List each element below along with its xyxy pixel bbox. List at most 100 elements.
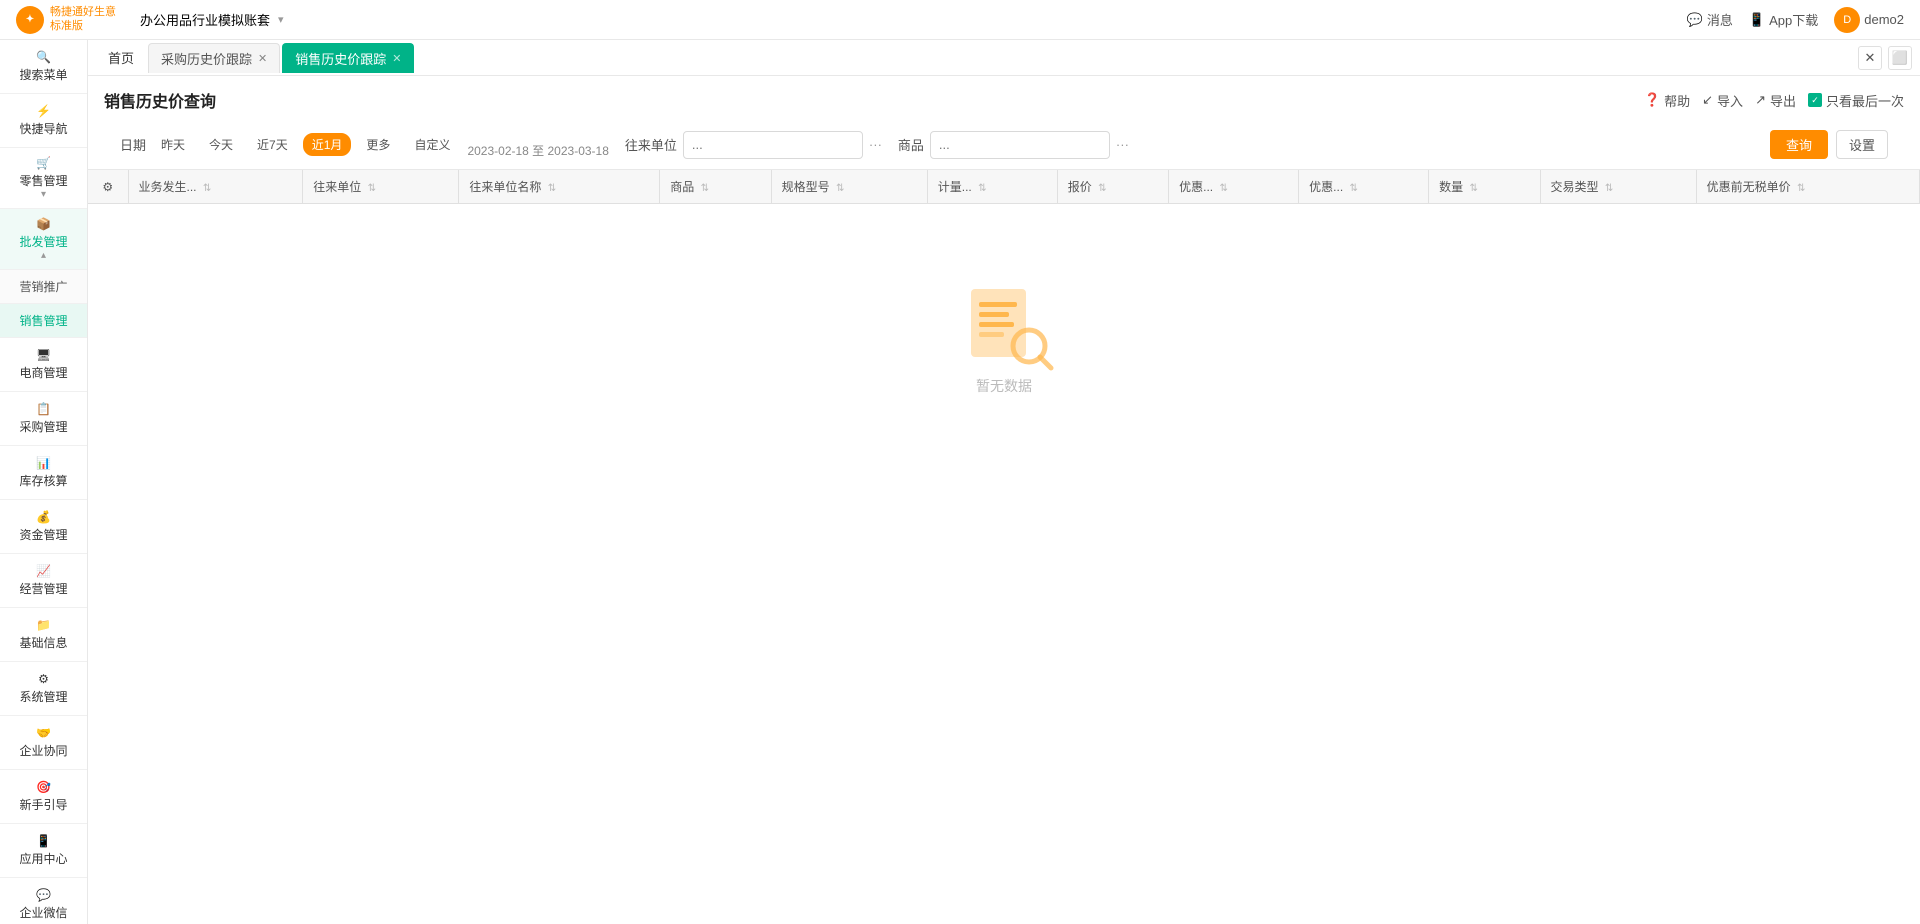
partner-search-icon[interactable]: ··· bbox=[869, 137, 882, 152]
date-btn-more[interactable]: 更多 bbox=[357, 133, 399, 156]
finance-icon: 💰 bbox=[4, 510, 83, 524]
sort-goods-icon: ⇅ bbox=[701, 183, 709, 194]
user-avatar: D bbox=[1834, 7, 1860, 33]
help-btn[interactable]: ❓ 帮助 bbox=[1644, 91, 1690, 110]
date-label: 日期 bbox=[120, 135, 146, 154]
th-price[interactable]: 报价 ⇅ bbox=[1057, 170, 1168, 204]
th-discount2[interactable]: 优惠... ⇅ bbox=[1299, 170, 1429, 204]
tabs-bar-controls: ✕ ⬜ bbox=[1858, 46, 1912, 70]
app-title-dropdown-icon[interactable]: ▾ bbox=[278, 13, 284, 26]
goods-input[interactable] bbox=[930, 131, 1110, 159]
sidebar-item-operations[interactable]: 📈 经营管理 bbox=[0, 554, 87, 608]
date-btn-1month[interactable]: 近1月 bbox=[303, 133, 352, 156]
sidebar-item-label: 采购管理 bbox=[4, 418, 83, 435]
import-btn[interactable]: ↙ 导入 bbox=[1702, 91, 1743, 110]
sidebar-item-sales-mgmt[interactable]: 销售管理 bbox=[0, 304, 87, 338]
sort-discount1-icon: ⇅ bbox=[1220, 183, 1228, 194]
sidebar-item-search-menu[interactable]: 🔍 搜索菜单 bbox=[0, 40, 87, 94]
username-label: demo2 bbox=[1864, 12, 1904, 27]
tab-purchase-history-label: 采购历史价跟踪 bbox=[161, 49, 252, 68]
sidebar-item-label: 经营管理 bbox=[4, 580, 83, 597]
message-icon: 💬 bbox=[1687, 12, 1703, 28]
sidebar-item-inventory[interactable]: 📊 库存核算 bbox=[0, 446, 87, 500]
ecommerce-icon: 🖥 bbox=[4, 348, 83, 362]
tab-sales-history[interactable]: 销售历史价跟踪 ✕ bbox=[282, 43, 414, 73]
help-label: 帮助 bbox=[1664, 91, 1690, 110]
th-partner-name[interactable]: 往来单位名称 ⇅ bbox=[459, 170, 660, 204]
date-btn-yesterday[interactable]: 昨天 bbox=[152, 133, 194, 156]
date-btn-7days[interactable]: 近7天 bbox=[248, 133, 297, 156]
export-label: 导出 bbox=[1770, 91, 1796, 110]
sidebar-item-newbie[interactable]: 🎯 新手引导 bbox=[0, 770, 87, 824]
sidebar-item-wholesale-mgmt[interactable]: 📦 批发管理 ▴ bbox=[0, 209, 87, 270]
operations-icon: 📈 bbox=[4, 564, 83, 578]
purchase-icon: 📋 bbox=[4, 402, 83, 416]
tab-sales-history-close[interactable]: ✕ bbox=[392, 52, 401, 65]
message-btn[interactable]: 💬 消息 bbox=[1687, 10, 1733, 29]
top-bar-left: ✦ 畅捷通好生意 标准版 办公用品行业模拟账套 ▾ bbox=[16, 6, 284, 34]
table-area: ⚙ 业务发生... ⇅ 往来单位 ⇅ 往来单位名称 ⇅ bbox=[88, 170, 1920, 924]
system-icon: ⚙ bbox=[4, 672, 83, 686]
newbie-icon: 🎯 bbox=[4, 780, 83, 794]
th-spec-label: 规格型号 bbox=[782, 180, 830, 194]
th-unit[interactable]: 计量... ⇅ bbox=[927, 170, 1057, 204]
tab-home-label: 首页 bbox=[108, 48, 134, 67]
sidebar-item-label: 系统管理 bbox=[4, 688, 83, 705]
download-icon: 📱 bbox=[1749, 12, 1765, 28]
gear-icon[interactable]: ⚙ bbox=[102, 180, 113, 194]
sidebar-item-app-center[interactable]: 📱 应用中心 bbox=[0, 824, 87, 878]
date-btn-custom[interactable]: 自定义 bbox=[405, 133, 459, 156]
tabs-close-btn[interactable]: ✕ bbox=[1858, 46, 1882, 70]
sidebar-item-label: 应用中心 bbox=[4, 850, 83, 867]
th-qty[interactable]: 数量 ⇅ bbox=[1429, 170, 1540, 204]
tab-purchase-history-close[interactable]: ✕ bbox=[258, 52, 267, 65]
th-spec[interactable]: 规格型号 ⇅ bbox=[771, 170, 927, 204]
th-partner-code[interactable]: 往来单位 ⇅ bbox=[303, 170, 459, 204]
app-download-btn[interactable]: 📱 App下载 bbox=[1749, 10, 1818, 29]
tabs-maximize-btn[interactable]: ⬜ bbox=[1888, 46, 1912, 70]
logo-area: ✦ 畅捷通好生意 标准版 bbox=[16, 6, 116, 34]
th-partner-name-label: 往来单位名称 bbox=[469, 180, 541, 194]
sidebar-item-label: 快捷导航 bbox=[4, 120, 83, 137]
filter-bar: 日期 昨天 今天 近7天 近1月 更多 自定义 2023-02-18 至 202… bbox=[104, 122, 1904, 169]
tab-purchase-history[interactable]: 采购历史价跟踪 ✕ bbox=[148, 43, 280, 73]
app-center-icon: 📱 bbox=[4, 834, 83, 848]
sidebar-item-marketing[interactable]: 营销推广 bbox=[0, 270, 87, 304]
sidebar-item-purchase[interactable]: 📋 采购管理 bbox=[0, 392, 87, 446]
th-gear[interactable]: ⚙ bbox=[88, 170, 128, 204]
wholesale-expand-arrow: ▴ bbox=[4, 250, 83, 261]
sidebar-item-wechat[interactable]: 💬 企业微信 bbox=[0, 878, 87, 924]
sidebar-item-finance[interactable]: 💰 资金管理 bbox=[0, 500, 87, 554]
th-goods[interactable]: 商品 ⇅ bbox=[660, 170, 771, 204]
sidebar-item-retail-mgmt[interactable]: 🛒 零售管理 ▾ bbox=[0, 148, 87, 209]
goods-search-icon[interactable]: ··· bbox=[1116, 137, 1129, 152]
th-biz-date[interactable]: 业务发生... ⇅ bbox=[128, 170, 303, 204]
sidebar-item-basic-info[interactable]: 📁 基础信息 bbox=[0, 608, 87, 662]
partner-input[interactable] bbox=[683, 131, 863, 159]
export-btn[interactable]: ↗ 导出 bbox=[1755, 91, 1796, 110]
only-last-btn[interactable]: ✓ 只看最后一次 bbox=[1808, 91, 1904, 110]
sidebar-item-system[interactable]: ⚙ 系统管理 bbox=[0, 662, 87, 716]
data-table: ⚙ 业务发生... ⇅ 往来单位 ⇅ 往来单位名称 ⇅ bbox=[88, 170, 1920, 204]
sidebar-item-ecommerce[interactable]: 🖥 电商管理 bbox=[0, 338, 87, 392]
setting-button[interactable]: 设置 bbox=[1836, 130, 1888, 159]
query-button[interactable]: 查询 bbox=[1770, 130, 1828, 159]
date-btn-today[interactable]: 今天 bbox=[200, 133, 242, 156]
tab-home[interactable]: 首页 bbox=[96, 43, 146, 73]
user-area[interactable]: D demo2 bbox=[1834, 7, 1904, 33]
empty-illustration bbox=[959, 284, 1049, 364]
only-last-checkbox[interactable]: ✓ bbox=[1808, 93, 1822, 107]
app-title: 办公用品行业模拟账套 bbox=[140, 10, 270, 29]
th-discount1-label: 优惠... bbox=[1179, 180, 1213, 194]
empty-text: 暂无数据 bbox=[976, 376, 1032, 396]
import-label: 导入 bbox=[1717, 91, 1743, 110]
th-trade-type[interactable]: 交易类型 ⇅ bbox=[1540, 170, 1696, 204]
goods-filter: 商品 ··· bbox=[898, 131, 1129, 159]
search-menu-icon: 🔍 bbox=[4, 50, 83, 64]
th-price-label: 报价 bbox=[1068, 180, 1092, 194]
th-discount1[interactable]: 优惠... ⇅ bbox=[1169, 170, 1299, 204]
sidebar-item-quick-nav[interactable]: ⚡ 快捷导航 bbox=[0, 94, 87, 148]
th-tax-free-price[interactable]: 优惠前无税单价 ⇅ bbox=[1696, 170, 1919, 204]
sort-biz-date-icon: ⇅ bbox=[203, 183, 211, 194]
sidebar-item-enterprise[interactable]: 🤝 企业协同 bbox=[0, 716, 87, 770]
